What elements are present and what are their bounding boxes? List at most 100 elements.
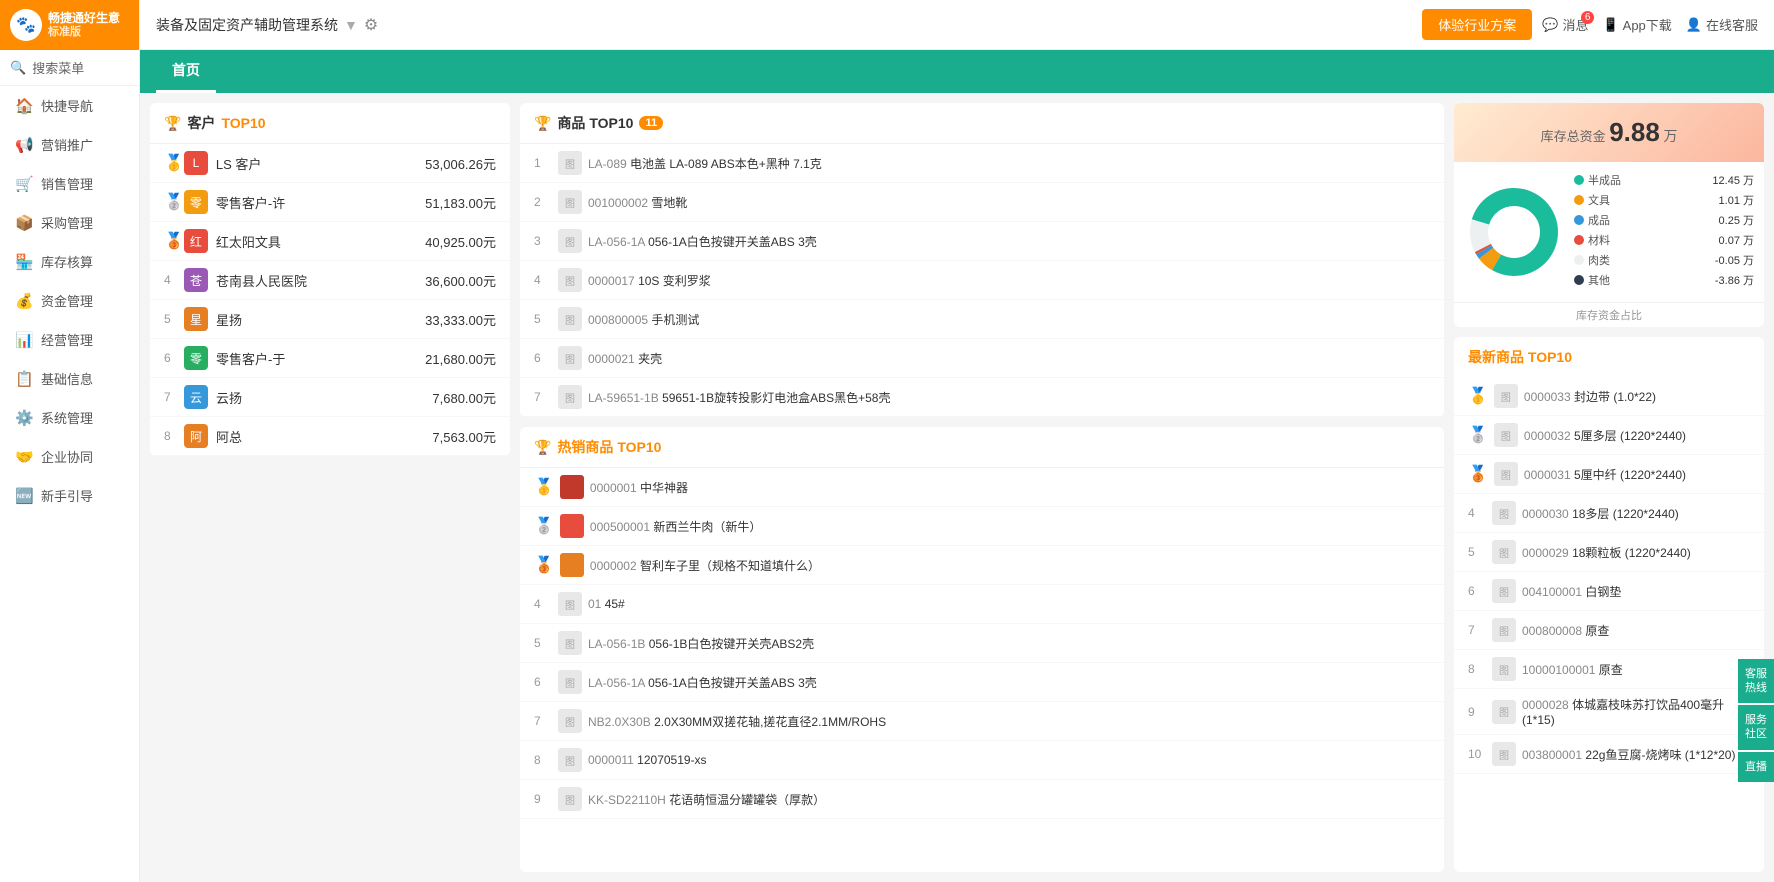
hot-product-item[interactable]: 8 图 0000011 12070519-xs (520, 741, 1444, 780)
product-name: 10S 变利罗浆 (638, 274, 711, 288)
dropdown-icon[interactable]: ▼ (344, 17, 358, 33)
base-icon: 📋 (15, 370, 33, 388)
app-download-button[interactable]: 📱 App下载 (1602, 15, 1671, 34)
product-code: 000800005 (588, 313, 648, 327)
inventory-legend: 半成品 12.45 万 文具 1.01 万 成品 0.25 万 材料 0.07 … (1574, 172, 1754, 292)
customer-amount: 7,563.00元 (432, 427, 496, 446)
hot-product-item[interactable]: 9 图 KK-SD22110H 花语萌恒温分罐罐袋（厚款） (520, 780, 1444, 819)
service-button[interactable]: 👤 在线客服 (1686, 15, 1758, 34)
legend-dot (1574, 255, 1584, 265)
product-info: LA-056-1B 056-1B白色按键开关壳ABS2壳 (588, 635, 1430, 652)
product-mid-item[interactable]: 5 图 000800005 手机测试 (520, 300, 1444, 339)
legend-item: 文具 1.01 万 (1574, 192, 1754, 208)
product-code: 0000001 (590, 481, 637, 495)
rank-medal: 🥇 (1468, 386, 1488, 406)
product-image: 图 (558, 268, 582, 292)
product-image: 图 (1492, 657, 1516, 681)
product-image: 图 (558, 346, 582, 370)
sidebar-item-guide[interactable]: 🆕 新手引导 (0, 476, 139, 515)
legend-label: 其他 (1588, 272, 1711, 288)
topbar-right: 💬 消息 6 📱 App下载 👤 在线客服 (1542, 15, 1758, 34)
product-code: 0000017 (588, 274, 635, 288)
sidebar-item-marketing[interactable]: 📢 营销推广 (0, 125, 139, 164)
customer-list-item[interactable]: 8 阿 阿总 7,563.00元 (150, 417, 510, 456)
settings-icon[interactable]: ⚙ (364, 15, 378, 35)
product-mid-item[interactable]: 7 图 LA-59651-1B 59651-1B旋转投影灯电池盒ABS黑色+58… (520, 378, 1444, 417)
service-community-button[interactable]: 服务社区 (1738, 705, 1774, 750)
customer-list-item[interactable]: 🥈 零 零售客户-许 51,183.00元 (150, 183, 510, 222)
latest-product-item[interactable]: 10 图 003800001 22g鱼豆腐-烧烤味 (1*12*20) (1454, 735, 1764, 774)
product-mid-item[interactable]: 3 图 LA-056-1A 056-1A白色按键开关盖ABS 3壳 (520, 222, 1444, 261)
message-button[interactable]: 💬 消息 6 (1542, 15, 1588, 34)
product-mid-item[interactable]: 6 图 0000021 夹壳 (520, 339, 1444, 378)
sidebar-item-operations[interactable]: 📊 经营管理 (0, 320, 139, 359)
tab-home[interactable]: 首页 (156, 50, 216, 93)
rank-number: 5 (1468, 545, 1486, 559)
legend-value: -0.05 万 (1715, 252, 1754, 268)
product-image: 图 (1492, 579, 1516, 603)
customer-list-item[interactable]: 7 云 云扬 7,680.00元 (150, 378, 510, 417)
customer-name: 苍南县人民医院 (216, 271, 425, 290)
sidebar-item-sales[interactable]: 🛒 销售管理 (0, 164, 139, 203)
experience-button[interactable]: 体验行业方案 (1422, 9, 1532, 40)
hot-product-item[interactable]: 🥇 0000001 中华神器 (520, 468, 1444, 507)
sidebar-search[interactable]: 🔍 搜索菜单 (0, 50, 139, 86)
latest-products-header: 最新商品 TOP10 (1454, 337, 1764, 377)
latest-product-item[interactable]: 7 图 000800008 原查 (1454, 611, 1764, 650)
rank-number: 8 (164, 429, 184, 443)
sidebar-item-purchase[interactable]: 📦 采购管理 (0, 203, 139, 242)
product-mid-item[interactable]: 2 图 001000002 雪地靴 (520, 183, 1444, 222)
customer-name: 零售客户-于 (216, 349, 425, 368)
direct-button[interactable]: 直播 (1738, 752, 1774, 782)
latest-product-item[interactable]: 4 图 0000030 18多层 (1220*2440) (1454, 494, 1764, 533)
customer-avatar: 苍 (184, 268, 208, 292)
latest-product-item[interactable]: 🥈 图 0000032 5厘多层 (1220*2440) (1454, 416, 1764, 455)
rank-medal: 🥈 (1468, 425, 1488, 445)
customer-list-item[interactable]: 🥉 红 红太阳文具 40,925.00元 (150, 222, 510, 261)
trophy-icon: 🏆 (164, 115, 181, 132)
latest-product-item[interactable]: 8 图 10000100001 原查 (1454, 650, 1764, 689)
rank-number: 4 (1468, 506, 1486, 520)
hot-product-item[interactable]: 🥈 000500001 新西兰牛肉（新牛） (520, 507, 1444, 546)
sidebar-item-system[interactable]: ⚙️ 系统管理 (0, 398, 139, 437)
customer-list-item[interactable]: 🥇 L LS 客户 53,006.26元 (150, 144, 510, 183)
hot-product-item[interactable]: 4 图 01 45# (520, 585, 1444, 624)
product-name: 056-1A白色按键开关盖ABS 3壳 (648, 235, 817, 249)
purchase-icon: 📦 (15, 214, 33, 232)
sidebar-item-inventory[interactable]: 🏪 库存核算 (0, 242, 139, 281)
customer-list-item[interactable]: 5 星 星扬 33,333.00元 (150, 300, 510, 339)
hot-products-card: 🏆 热销商品 TOP10 🥇 0000001 中华神器 🥈 000500001 … (520, 427, 1444, 872)
latest-product-item[interactable]: 5 图 0000029 18颗粒板 (1220*2440) (1454, 533, 1764, 572)
product-mid-item[interactable]: 1 图 LA-089 电池盖 LA-089 ABS本色+黑种 7.1克 (520, 144, 1444, 183)
right-column: 库存总资金 9.88 万 (1454, 103, 1764, 872)
customer-list-item[interactable]: 4 苍 苍南县人民医院 36,600.00元 (150, 261, 510, 300)
hot-product-item[interactable]: 6 图 LA-056-1A 056-1A白色按键开关盖ABS 3壳 (520, 663, 1444, 702)
customer-name: 零售客户-许 (216, 193, 425, 212)
latest-product-item[interactable]: 🥉 图 0000031 5厘中纤 (1220*2440) (1454, 455, 1764, 494)
rank-number: 9 (1468, 705, 1486, 719)
finance-icon: 💰 (15, 292, 33, 310)
hot-product-item[interactable]: 🥉 0000002 智利车子里（规格不知道填什么） (520, 546, 1444, 585)
sidebar-item-finance[interactable]: 💰 资金管理 (0, 281, 139, 320)
sidebar-item-base[interactable]: 📋 基础信息 (0, 359, 139, 398)
hot-product-item[interactable]: 7 图 NB2.0X30B 2.0X30MM双搓花轴,搓花直径2.1MM/ROH… (520, 702, 1444, 741)
rank-number: 3 (534, 234, 552, 248)
customer-avatar: 云 (184, 385, 208, 409)
customer-top10-card: 🏆 客户 TOP10 🥇 L LS 客户 53,006.26元 🥈 零 零售客户… (150, 103, 510, 456)
product-name: 雪地靴 (651, 196, 687, 210)
latest-product-item[interactable]: 🥇 图 0000033 封边带 (1.0*22) (1454, 377, 1764, 416)
product-code: LA-089 (588, 157, 627, 171)
product-mid-item[interactable]: 4 图 0000017 10S 变利罗浆 (520, 261, 1444, 300)
rank-number: 7 (534, 714, 552, 728)
sidebar-item-enterprise[interactable]: 🤝 企业协同 (0, 437, 139, 476)
latest-product-item[interactable]: 9 图 0000028 体城嘉枝味苏打饮品400毫升 (1*15) (1454, 689, 1764, 735)
legend-value: 0.25 万 (1719, 212, 1754, 228)
hot-product-item[interactable]: 5 图 LA-056-1B 056-1B白色按键开关壳ABS2壳 (520, 624, 1444, 663)
sidebar-item-quick-nav[interactable]: 🏠 快捷导航 (0, 86, 139, 125)
product-image: 图 (558, 787, 582, 811)
customer-list-item[interactable]: 6 零 零售客户-于 21,680.00元 (150, 339, 510, 378)
sidebar: 🐾 畅捷通好生意 标准版 🔍 搜索菜单 🏠 快捷导航 📢 营销推广 🛒 销售管理… (0, 0, 140, 882)
customer-service-button[interactable]: 客服热线 (1738, 659, 1774, 704)
phone-icon: 📱 (1602, 17, 1618, 33)
latest-product-item[interactable]: 6 图 004100001 白钢垫 (1454, 572, 1764, 611)
